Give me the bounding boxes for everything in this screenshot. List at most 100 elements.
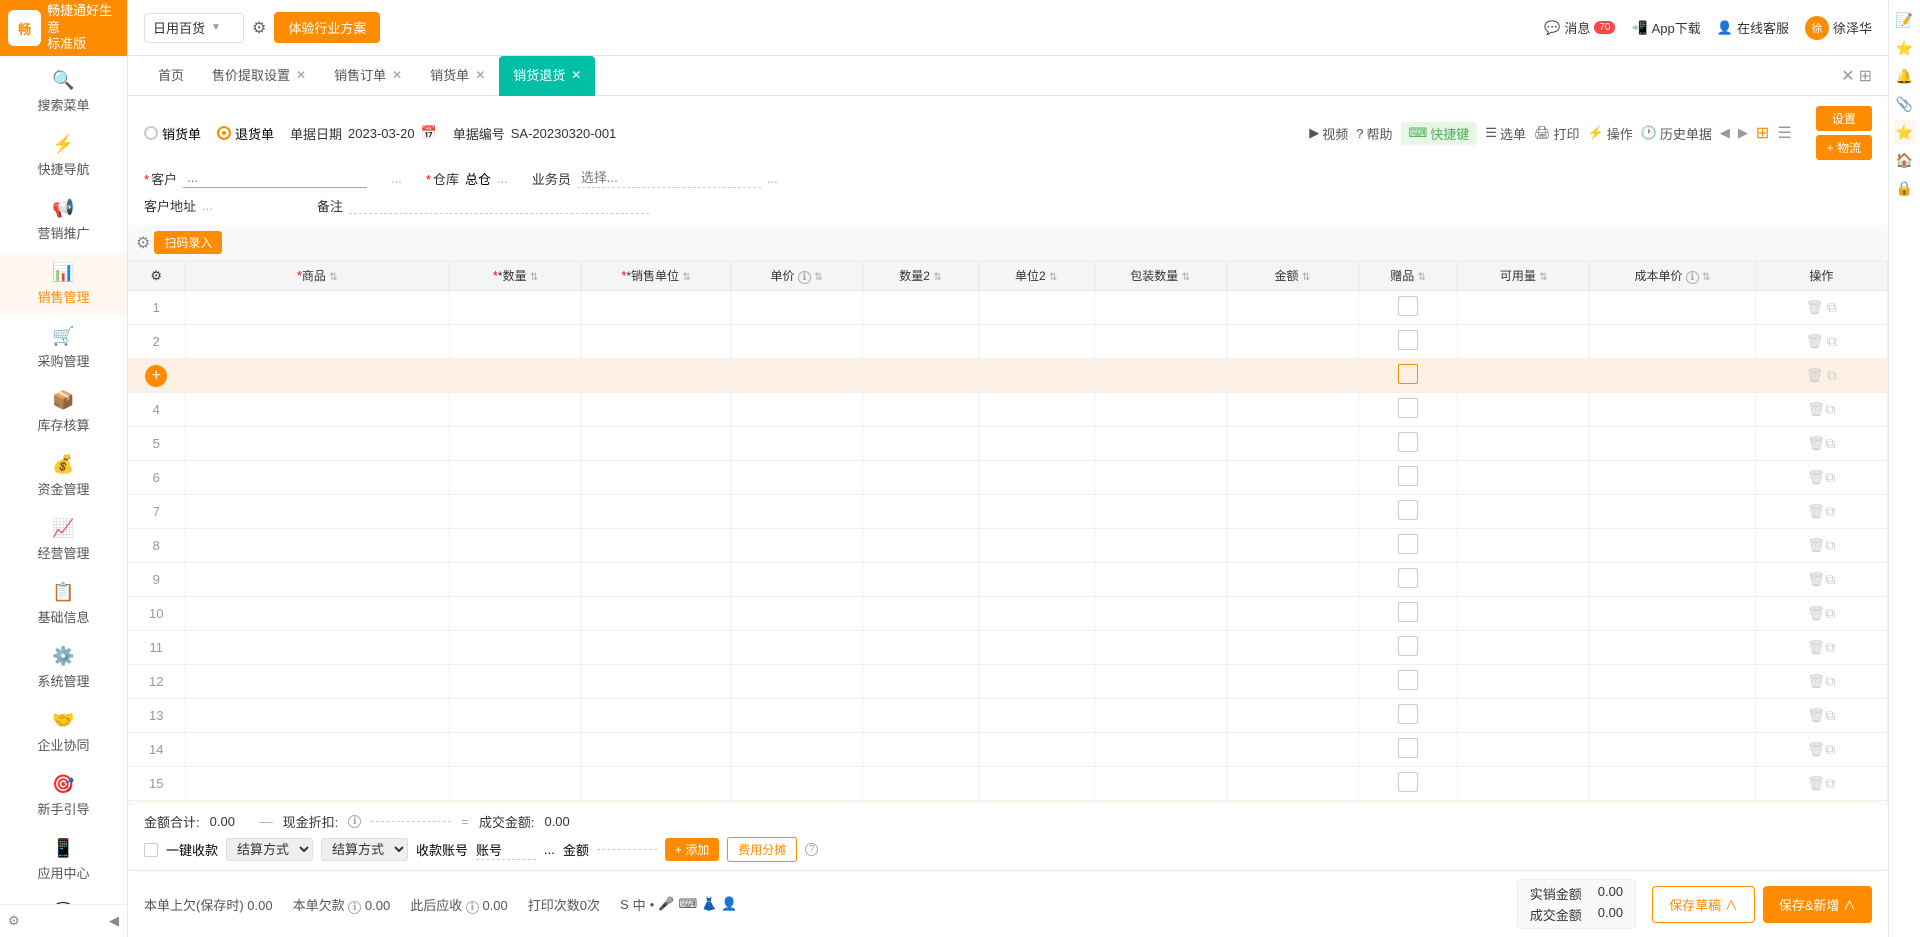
settings-btn[interactable]: 设置 bbox=[1816, 106, 1872, 131]
help-btn[interactable]: ? 帮助 bbox=[1356, 124, 1392, 143]
avail-cell[interactable] bbox=[1458, 325, 1590, 359]
sunit-cell[interactable] bbox=[582, 291, 731, 325]
online-service-btn[interactable]: 👤 在线客服 bbox=[1717, 18, 1789, 37]
split-info-icon[interactable]: ? bbox=[805, 843, 818, 856]
qty2-cell[interactable] bbox=[863, 325, 979, 359]
delete-icon[interactable]: 🗑 bbox=[1807, 571, 1825, 587]
amount-cell[interactable] bbox=[1226, 359, 1358, 393]
receive-info-icon[interactable]: ℹ bbox=[466, 901, 479, 914]
sort-pack[interactable]: ⇅ bbox=[1182, 272, 1190, 283]
topbar-gear-icon[interactable]: ⚙ bbox=[252, 18, 266, 38]
gift-checkbox[interactable] bbox=[1398, 704, 1418, 724]
avail-cell[interactable] bbox=[1458, 291, 1590, 325]
sidebar-item-wechat[interactable]: 💬 企业微信 bbox=[0, 892, 127, 904]
copy-icon[interactable]: ⧉ bbox=[1825, 401, 1835, 417]
qty2-cell[interactable] bbox=[863, 359, 979, 393]
pack-cell[interactable] bbox=[1094, 291, 1226, 325]
sort-unit2[interactable]: ⇅ bbox=[1049, 272, 1057, 283]
cost-price-info-icon[interactable]: ℹ bbox=[1686, 271, 1699, 284]
gift-checkbox[interactable] bbox=[1398, 670, 1418, 690]
sidebar-item-enterprise[interactable]: 🤝 企业协同 bbox=[0, 700, 127, 764]
sort-avail[interactable]: ⇅ bbox=[1539, 272, 1547, 283]
sort-qty2[interactable]: ⇅ bbox=[933, 272, 941, 283]
user-profile-btn[interactable]: 徐 徐泽华 bbox=[1805, 16, 1872, 40]
app-download-btn[interactable]: 📲 App下载 bbox=[1631, 18, 1700, 37]
sidebar-item-search[interactable]: 🔍 搜索菜单 bbox=[0, 60, 127, 124]
debt-info-icon[interactable]: ℹ bbox=[348, 901, 361, 914]
sunit-cell[interactable] bbox=[582, 325, 731, 359]
gift-checkbox[interactable] bbox=[1398, 330, 1418, 350]
tab-close-icon[interactable]: ✕ bbox=[392, 68, 402, 82]
right-panel-home[interactable]: 🏠 bbox=[1893, 148, 1917, 172]
right-panel-note[interactable]: 📝 bbox=[1893, 8, 1917, 32]
delete-icon[interactable]: 🗑 bbox=[1807, 741, 1825, 757]
salesperson-input[interactable] bbox=[577, 168, 761, 188]
delete-icon[interactable]: 🗑 bbox=[1807, 605, 1825, 621]
sidebar-item-quicknav[interactable]: ⚡ 快捷导航 bbox=[0, 124, 127, 188]
message-btn[interactable]: 💬 消息 70 bbox=[1544, 18, 1615, 37]
pack-cell[interactable] bbox=[1094, 325, 1226, 359]
one-click-checkbox[interactable] bbox=[144, 843, 158, 857]
qty2-cell[interactable] bbox=[863, 291, 979, 325]
tab-home[interactable]: 首页 bbox=[144, 56, 198, 96]
delete-icon[interactable]: 🗑 bbox=[1807, 503, 1825, 519]
delete-icon[interactable]: 🗑 bbox=[1807, 537, 1825, 553]
avail-cell[interactable] bbox=[1458, 359, 1590, 393]
add-row-btn[interactable]: + bbox=[145, 365, 167, 387]
amount-value[interactable] bbox=[597, 849, 657, 850]
sort-cost[interactable]: ⇅ bbox=[1702, 272, 1710, 283]
radio-return[interactable]: 退货单 bbox=[217, 124, 274, 143]
copy-icon[interactable]: ⧉ bbox=[1825, 503, 1835, 519]
prev-btn[interactable]: ◀ bbox=[1720, 125, 1730, 141]
discount-value[interactable] bbox=[371, 821, 451, 822]
grid-view-icon[interactable]: ⊞ bbox=[1756, 123, 1769, 143]
unit-price-info-icon[interactable]: ℹ bbox=[798, 271, 811, 284]
copy-icon[interactable]: ⧉ bbox=[1825, 741, 1835, 757]
cost-cell[interactable] bbox=[1590, 359, 1755, 393]
gift-checkbox[interactable] bbox=[1398, 602, 1418, 622]
delete-icon[interactable]: 🗑 bbox=[1806, 299, 1824, 315]
tab-price-setting[interactable]: 售价提取设置 ✕ bbox=[198, 56, 320, 96]
copy-icon[interactable]: ⧉ bbox=[1825, 605, 1835, 621]
delete-icon[interactable]: 🗑 bbox=[1806, 367, 1824, 383]
cost-cell[interactable] bbox=[1590, 325, 1755, 359]
gift-checkbox[interactable] bbox=[1398, 398, 1418, 418]
unit2-cell[interactable] bbox=[978, 325, 1094, 359]
sidebar-item-finance[interactable]: 💰 资金管理 bbox=[0, 444, 127, 508]
sidebar-collapse-icon[interactable]: ◀ bbox=[109, 913, 119, 929]
delete-icon[interactable]: 🗑 bbox=[1807, 775, 1825, 791]
sidebar-item-marketing[interactable]: 📢 营销推广 bbox=[0, 188, 127, 252]
product-input-cell[interactable] bbox=[185, 359, 449, 393]
copy-icon[interactable]: ⧉ bbox=[1825, 469, 1835, 485]
next-btn[interactable]: ▶ bbox=[1738, 125, 1748, 141]
right-panel-active[interactable]: ⭐ bbox=[1893, 120, 1917, 144]
copy-icon[interactable]: ⧉ bbox=[1827, 333, 1837, 349]
save-draft-btn[interactable]: 保存草稿 ∧ bbox=[1652, 886, 1755, 923]
price-cell[interactable] bbox=[730, 325, 862, 359]
settle-select[interactable]: 结算方式 bbox=[226, 838, 313, 861]
unit2-cell[interactable] bbox=[978, 359, 1094, 393]
qty-cell[interactable] bbox=[449, 291, 581, 325]
sidebar-item-basic[interactable]: 📋 基础信息 bbox=[0, 572, 127, 636]
product-input[interactable] bbox=[192, 368, 443, 383]
list-view-icon[interactable]: ☰ bbox=[1777, 123, 1791, 143]
amount-cell[interactable] bbox=[1226, 325, 1358, 359]
gift-checkbox[interactable] bbox=[1398, 772, 1418, 792]
tab-close-icon[interactable]: ✕ bbox=[571, 68, 581, 82]
sidebar-settings-icon[interactable]: ⚙ bbox=[8, 913, 20, 929]
delete-icon[interactable]: 🗑 bbox=[1807, 673, 1825, 689]
history-btn[interactable]: 🕐 历史单据 bbox=[1641, 124, 1712, 143]
sort-product[interactable]: ⇅ bbox=[329, 272, 337, 283]
delete-icon[interactable]: 🗑 bbox=[1807, 639, 1825, 655]
qty-cell[interactable] bbox=[449, 359, 581, 393]
copy-icon[interactable]: ⧉ bbox=[1827, 367, 1837, 383]
scan-btn[interactable]: 扫码录入 bbox=[154, 231, 222, 254]
price-cell[interactable] bbox=[730, 359, 862, 393]
customer-input[interactable] bbox=[183, 168, 367, 188]
table-gear-icon[interactable]: ⚙ bbox=[136, 233, 150, 253]
trial-btn[interactable]: 体验行业方案 bbox=[274, 12, 380, 43]
sunit-cell[interactable] bbox=[582, 359, 731, 393]
copy-icon[interactable]: ⧉ bbox=[1827, 299, 1837, 315]
gift-checkbox[interactable] bbox=[1398, 466, 1418, 486]
copy-icon[interactable]: ⧉ bbox=[1825, 571, 1835, 587]
